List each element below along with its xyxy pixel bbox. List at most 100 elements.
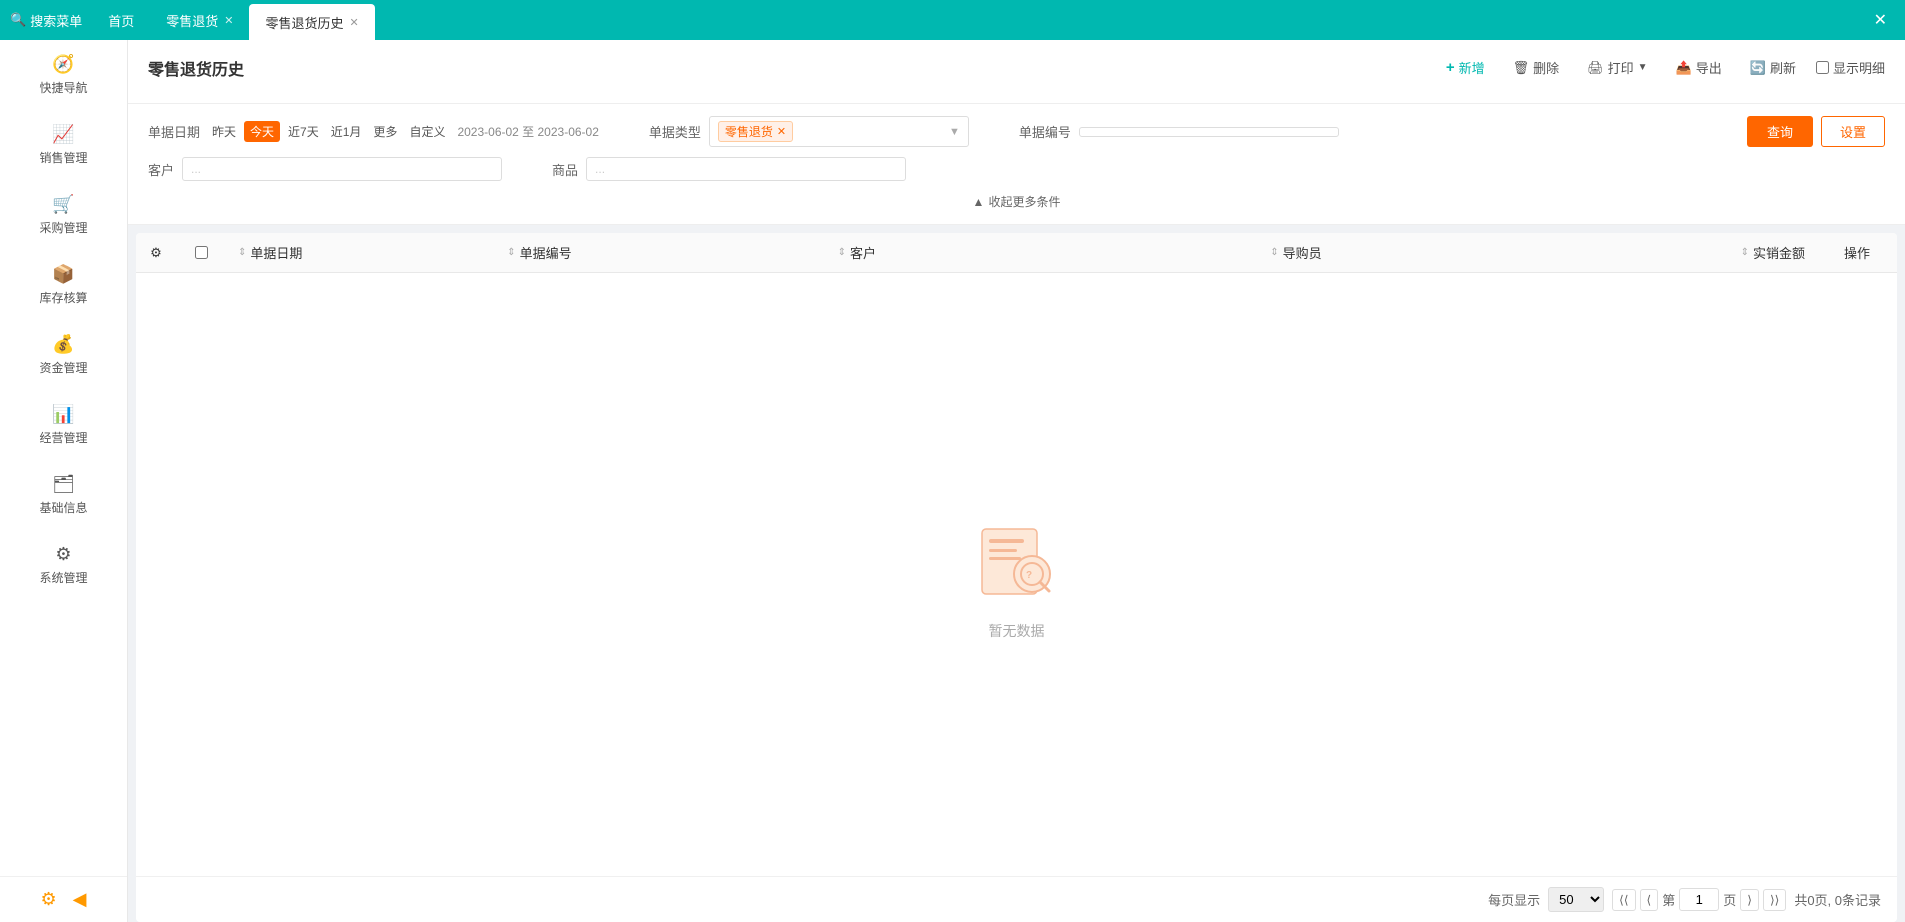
- show-detail-checkbox[interactable]: [1816, 61, 1829, 74]
- customer-input[interactable]: ...: [182, 157, 502, 181]
- sidebar-item-label: 销售管理: [39, 149, 87, 166]
- tab-retail-return[interactable]: 零售退货 ✕: [150, 0, 249, 40]
- sidebar-bottom: ⚙ ◀: [0, 876, 127, 922]
- collapse-button[interactable]: ▲ 收起更多条件: [961, 191, 1073, 212]
- export-icon: 📤: [1676, 60, 1692, 76]
- th-date[interactable]: ⇕ 单据日期: [226, 233, 495, 272]
- goods-label: 商品: [552, 160, 578, 179]
- first-page-button[interactable]: ⟨⟨: [1612, 889, 1635, 911]
- header-actions: + 新增 🗑 删除 🖨 打印 ▼ 📤 导出: [1438, 54, 1885, 95]
- last-page-button[interactable]: ⟩⟩: [1763, 889, 1786, 911]
- sidebar-item-system[interactable]: ⚙ 系统管理: [0, 530, 127, 600]
- show-detail-label: 显示明细: [1833, 58, 1885, 77]
- tab-retail-return-history-label: 零售退货历史: [265, 13, 343, 32]
- date-yesterday[interactable]: 昨天: [208, 121, 240, 142]
- print-icon: 🖨: [1587, 60, 1604, 76]
- tab-retail-return-close[interactable]: ✕: [224, 14, 233, 27]
- order-no-input[interactable]: [1079, 127, 1339, 137]
- sidebar-item-label: 库存核算: [39, 289, 87, 306]
- total-info: 共0页, 0条记录: [1794, 890, 1881, 909]
- th-amount[interactable]: ⇕ 实销金额: [1589, 233, 1817, 272]
- content-area: 零售退货历史 + 新增 🗑 删除 🖨 打印 ▼: [128, 40, 1905, 922]
- per-page-select[interactable]: 20 50 100: [1548, 887, 1604, 912]
- tab-retail-return-history-close[interactable]: ✕: [349, 16, 358, 29]
- date-7days[interactable]: 近7天: [284, 121, 323, 142]
- order-type-label: 单据类型: [649, 122, 701, 141]
- delete-icon: 🗑: [1513, 60, 1530, 76]
- sidebar-item-inventory[interactable]: 📦 库存核算: [0, 250, 127, 320]
- main-layout: 🧭 快捷导航 📈 销售管理 🛒 采购管理 📦 库存核算 💰 资金管理 📊 经营管…: [0, 40, 1905, 922]
- pagination: 每页显示 20 50 100 ⟨⟨ ⟨ 第 1 页 ⟩ ⟩⟩ 共0页, 0条记录: [136, 876, 1897, 922]
- date-today[interactable]: 今天: [244, 121, 280, 142]
- empty-icon: ?: [967, 509, 1067, 609]
- collapse-row: ▲ 收起更多条件: [148, 191, 1885, 212]
- refresh-button[interactable]: 🔄 刷新: [1742, 54, 1804, 81]
- search-icon: 🔍: [10, 12, 26, 28]
- order-no-label: 单据编号: [1019, 122, 1071, 141]
- tag-close-icon[interactable]: ✕: [777, 125, 786, 138]
- settings-bottom-icon[interactable]: ⚙: [41, 889, 57, 910]
- sort-icon-amount: ⇕: [1741, 247, 1749, 258]
- tab-retail-return-history[interactable]: 零售退货历史 ✕: [249, 4, 374, 40]
- date-1month[interactable]: 近1月: [327, 121, 366, 142]
- date-range-display: 2023-06-02 至 2023-06-02: [457, 123, 598, 140]
- empty-state: ? 暂无数据: [136, 273, 1897, 876]
- sales-icon: 📈: [52, 124, 74, 145]
- collapse-sidebar-icon[interactable]: ◀: [73, 889, 87, 910]
- goods-filter: 商品 ...: [552, 157, 906, 181]
- sidebar-item-management[interactable]: 📊 经营管理: [0, 390, 127, 460]
- window-close-button[interactable]: ✕: [1866, 10, 1895, 30]
- sidebar-item-label: 快捷导航: [39, 79, 87, 96]
- sidebar-item-label: 系统管理: [39, 569, 87, 586]
- current-page-input[interactable]: 1: [1679, 888, 1719, 911]
- delete-button[interactable]: 🗑 删除: [1505, 54, 1568, 81]
- prev-page-button[interactable]: ⟨: [1640, 889, 1659, 911]
- tab-home-label: 首页: [108, 11, 134, 30]
- sidebar: 🧭 快捷导航 📈 销售管理 🛒 采购管理 📦 库存核算 💰 资金管理 📊 经营管…: [0, 40, 128, 922]
- select-all-checkbox[interactable]: [195, 246, 208, 259]
- th-checkbox[interactable]: [176, 233, 226, 272]
- refresh-icon: 🔄: [1750, 60, 1766, 76]
- print-button[interactable]: 🖨 打印 ▼: [1579, 54, 1655, 81]
- th-settings[interactable]: ⚙: [136, 233, 176, 272]
- query-button[interactable]: 查询: [1747, 116, 1813, 147]
- sidebar-item-label: 基础信息: [39, 499, 87, 516]
- tab-home[interactable]: 首页: [92, 0, 150, 40]
- sidebar-item-label: 经营管理: [39, 429, 87, 446]
- date-more[interactable]: 更多: [369, 121, 401, 142]
- page-nav: ⟨⟨ ⟨ 第 1 页 ⟩ ⟩⟩: [1612, 888, 1786, 911]
- empty-text: 暂无数据: [989, 621, 1045, 641]
- next-page-button[interactable]: ⟩: [1740, 889, 1759, 911]
- set-button[interactable]: 设置: [1821, 116, 1885, 147]
- search-area[interactable]: 🔍 搜索菜单: [10, 11, 82, 30]
- tab-retail-return-label: 零售退货: [166, 11, 218, 30]
- sidebar-item-quick-nav[interactable]: 🧭 快捷导航: [0, 40, 127, 110]
- add-icon: +: [1446, 59, 1455, 76]
- inventory-icon: 📦: [52, 264, 74, 285]
- quick-nav-icon: 🧭: [52, 54, 74, 75]
- export-button[interactable]: 📤 导出: [1668, 54, 1730, 81]
- th-action: 操作: [1817, 233, 1897, 272]
- goods-input[interactable]: ...: [586, 157, 906, 181]
- order-type-tag: 零售退货 ✕: [718, 121, 793, 142]
- sidebar-item-sales[interactable]: 📈 销售管理: [0, 110, 127, 180]
- th-guide[interactable]: ⇕ 导购员: [1258, 233, 1588, 272]
- order-type-select[interactable]: 零售退货 ✕ ▼: [709, 116, 969, 147]
- filter-area: 单据日期 昨天 今天 近7天 近1月 更多 自定义 2023-06-02 至 2…: [128, 104, 1905, 225]
- table-header: ⚙ ⇕ 单据日期 ⇕ 单据编号 ⇕ 客户 ⇕: [136, 233, 1897, 273]
- th-order[interactable]: ⇕ 单据编号: [495, 233, 825, 272]
- search-menu-label: 搜索菜单: [30, 11, 82, 30]
- basic-info-icon: 🗂: [52, 474, 75, 495]
- system-icon: ⚙: [55, 544, 71, 565]
- order-type-filter: 单据类型 零售退货 ✕ ▼: [649, 116, 969, 147]
- sidebar-item-purchase[interactable]: 🛒 采购管理: [0, 180, 127, 250]
- show-detail-checkbox-label[interactable]: 显示明细: [1816, 58, 1885, 77]
- tab-bar: 首页 零售退货 ✕ 零售退货历史 ✕: [92, 0, 1865, 40]
- sort-icon-order: ⇕: [507, 247, 515, 258]
- add-button[interactable]: + 新增: [1438, 54, 1493, 81]
- settings-icon: ⚙: [150, 245, 162, 261]
- sidebar-item-finance[interactable]: 💰 资金管理: [0, 320, 127, 390]
- th-customer[interactable]: ⇕ 客户: [826, 233, 1259, 272]
- date-custom[interactable]: 自定义: [405, 121, 449, 142]
- sidebar-item-basic-info[interactable]: 🗂 基础信息: [0, 460, 127, 530]
